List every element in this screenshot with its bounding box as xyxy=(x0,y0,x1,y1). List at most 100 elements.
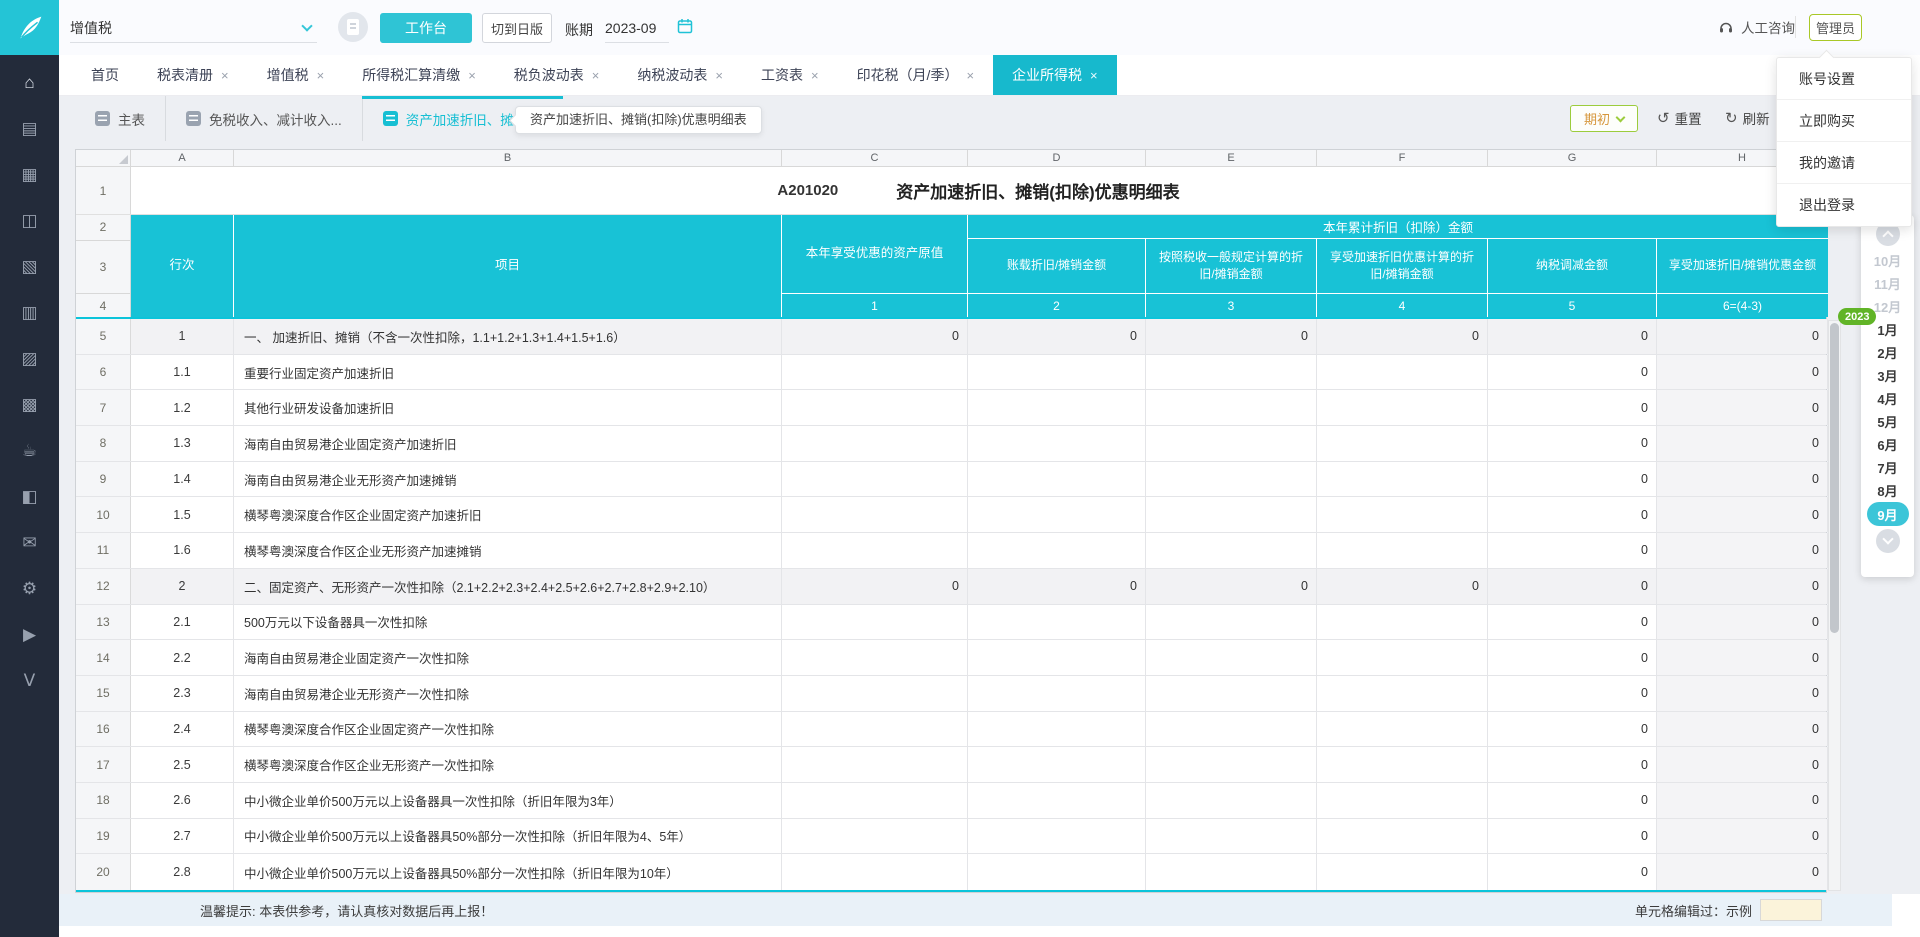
value-cell-d[interactable] xyxy=(968,675,1146,711)
sidebar-icon[interactable]: ▦ xyxy=(18,163,42,187)
value-cell-c[interactable] xyxy=(782,426,968,461)
value-cell-c[interactable] xyxy=(782,747,968,782)
sidebar-icon[interactable]: ◧ xyxy=(18,485,42,509)
value-cell-g[interactable]: 0 xyxy=(1488,461,1657,497)
main-tab[interactable]: 印花税（月/季） × xyxy=(838,55,993,95)
value-cell-c[interactable]: 0 xyxy=(782,319,968,354)
value-cell-e[interactable] xyxy=(1146,675,1317,711)
tab-close-icon[interactable]: × xyxy=(715,68,723,83)
value-cell-g[interactable]: 0 xyxy=(1488,319,1657,354)
value-cell-e[interactable] xyxy=(1146,497,1317,533)
value-cell-f[interactable]: 0 xyxy=(1317,319,1488,354)
sidebar-icon[interactable]: ✉ xyxy=(18,531,42,555)
value-cell-g[interactable]: 0 xyxy=(1488,747,1657,782)
value-cell-e[interactable] xyxy=(1146,818,1317,854)
main-tab[interactable]: 首页 xyxy=(72,55,138,95)
value-cell-f[interactable] xyxy=(1317,854,1488,890)
month-item[interactable]: 9月 xyxy=(1866,502,1909,526)
sidebar-icon[interactable]: ▨ xyxy=(18,347,42,371)
tab-close-icon[interactable]: × xyxy=(221,68,229,83)
main-tab[interactable]: 企业所得税 × xyxy=(993,55,1117,95)
value-cell-c[interactable] xyxy=(782,461,968,497)
sidebar-icon[interactable]: ▶ xyxy=(18,623,42,647)
calendar-icon[interactable] xyxy=(677,18,693,39)
value-cell-f[interactable] xyxy=(1317,675,1488,711)
value-cell-d[interactable] xyxy=(968,461,1146,497)
value-cell-c[interactable] xyxy=(782,497,968,533)
value-cell-c[interactable] xyxy=(782,675,968,711)
vertical-scrollbar[interactable] xyxy=(1828,320,1841,891)
value-cell-d[interactable] xyxy=(968,711,1146,747)
value-cell-e[interactable] xyxy=(1146,640,1317,675)
tab-close-icon[interactable]: × xyxy=(1090,68,1098,83)
month-item[interactable]: 11月 xyxy=(1867,272,1909,295)
value-cell-f[interactable] xyxy=(1317,747,1488,782)
main-tab[interactable]: 所得税汇算清缴 × xyxy=(343,55,495,95)
value-cell-e[interactable] xyxy=(1146,747,1317,782)
user-menu-item[interactable]: 退出登录 xyxy=(1777,184,1911,226)
value-cell-f[interactable] xyxy=(1317,533,1488,568)
period-value[interactable]: 2023-09 xyxy=(605,13,669,43)
value-cell-d[interactable] xyxy=(968,497,1146,533)
value-cell-c[interactable] xyxy=(782,782,968,818)
value-cell-e[interactable] xyxy=(1146,354,1317,390)
value-cell-d[interactable] xyxy=(968,354,1146,390)
value-cell-c[interactable] xyxy=(782,640,968,675)
value-cell-f[interactable] xyxy=(1317,390,1488,426)
value-cell-d[interactable] xyxy=(968,390,1146,426)
value-cell-c[interactable] xyxy=(782,854,968,890)
sidebar-icon[interactable]: ▥ xyxy=(18,301,42,325)
switch-daily-button[interactable]: 切到日版 xyxy=(482,13,552,43)
value-cell-d[interactable] xyxy=(968,640,1146,675)
main-tab[interactable]: 增值税 × xyxy=(248,55,344,95)
sidebar-icon[interactable]: ▤ xyxy=(18,117,42,141)
reset-button[interactable]: ↺ 重置 xyxy=(1657,108,1702,128)
main-tab[interactable]: 税表清册 × xyxy=(138,55,248,95)
support-link[interactable]: 人工咨询 xyxy=(1718,17,1795,37)
value-cell-f[interactable] xyxy=(1317,604,1488,640)
period-state-button[interactable]: 期初 xyxy=(1570,105,1638,132)
value-cell-g[interactable]: 0 xyxy=(1488,711,1657,747)
sidebar-icon[interactable]: ⚙ xyxy=(18,577,42,601)
sidebar-icon[interactable]: ▩ xyxy=(18,393,42,417)
scrollbar-thumb[interactable] xyxy=(1830,323,1839,633)
value-cell-c[interactable] xyxy=(782,818,968,854)
value-cell-c[interactable] xyxy=(782,711,968,747)
value-cell-e[interactable] xyxy=(1146,854,1317,890)
value-cell-g[interactable]: 0 xyxy=(1488,354,1657,390)
value-cell-f[interactable] xyxy=(1317,711,1488,747)
value-cell-f[interactable] xyxy=(1317,426,1488,461)
value-cell-g[interactable]: 0 xyxy=(1488,533,1657,568)
month-item[interactable]: 7月 xyxy=(1867,456,1909,479)
value-cell-c[interactable] xyxy=(782,390,968,426)
value-cell-d[interactable] xyxy=(968,533,1146,568)
month-item[interactable]: 10月 xyxy=(1867,249,1909,272)
months-scroll-down-button[interactable] xyxy=(1875,529,1900,553)
month-item[interactable]: 6月 xyxy=(1867,433,1909,456)
value-cell-d[interactable] xyxy=(968,426,1146,461)
sidebar-icon[interactable]: ◫ xyxy=(18,209,42,233)
value-cell-e[interactable] xyxy=(1146,461,1317,497)
refresh-button[interactable]: ↻ 刷新 xyxy=(1725,108,1770,128)
value-cell-g[interactable]: 0 xyxy=(1488,568,1657,604)
value-cell-f[interactable] xyxy=(1317,497,1488,533)
month-item[interactable]: 5月 xyxy=(1867,410,1909,433)
sheet-subtab[interactable]: 免税收入、减计收入... xyxy=(165,96,362,141)
month-item[interactable]: 8月 xyxy=(1867,479,1909,502)
value-cell-f[interactable] xyxy=(1317,461,1488,497)
workbench-button[interactable]: 工作台 xyxy=(380,13,472,43)
user-menu-item[interactable]: 我的邀请 xyxy=(1777,142,1911,184)
month-item[interactable]: 2月 xyxy=(1867,341,1909,364)
main-tab[interactable]: 税负波动表 × xyxy=(495,55,619,95)
value-cell-d[interactable] xyxy=(968,782,1146,818)
value-cell-g[interactable]: 0 xyxy=(1488,675,1657,711)
value-cell-c[interactable]: 0 xyxy=(782,568,968,604)
value-cell-g[interactable]: 0 xyxy=(1488,818,1657,854)
value-cell-e[interactable] xyxy=(1146,390,1317,426)
value-cell-e[interactable] xyxy=(1146,426,1317,461)
value-cell-e[interactable] xyxy=(1146,711,1317,747)
value-cell-g[interactable]: 0 xyxy=(1488,782,1657,818)
value-cell-c[interactable] xyxy=(782,533,968,568)
value-cell-e[interactable]: 0 xyxy=(1146,568,1317,604)
value-cell-e[interactable] xyxy=(1146,782,1317,818)
